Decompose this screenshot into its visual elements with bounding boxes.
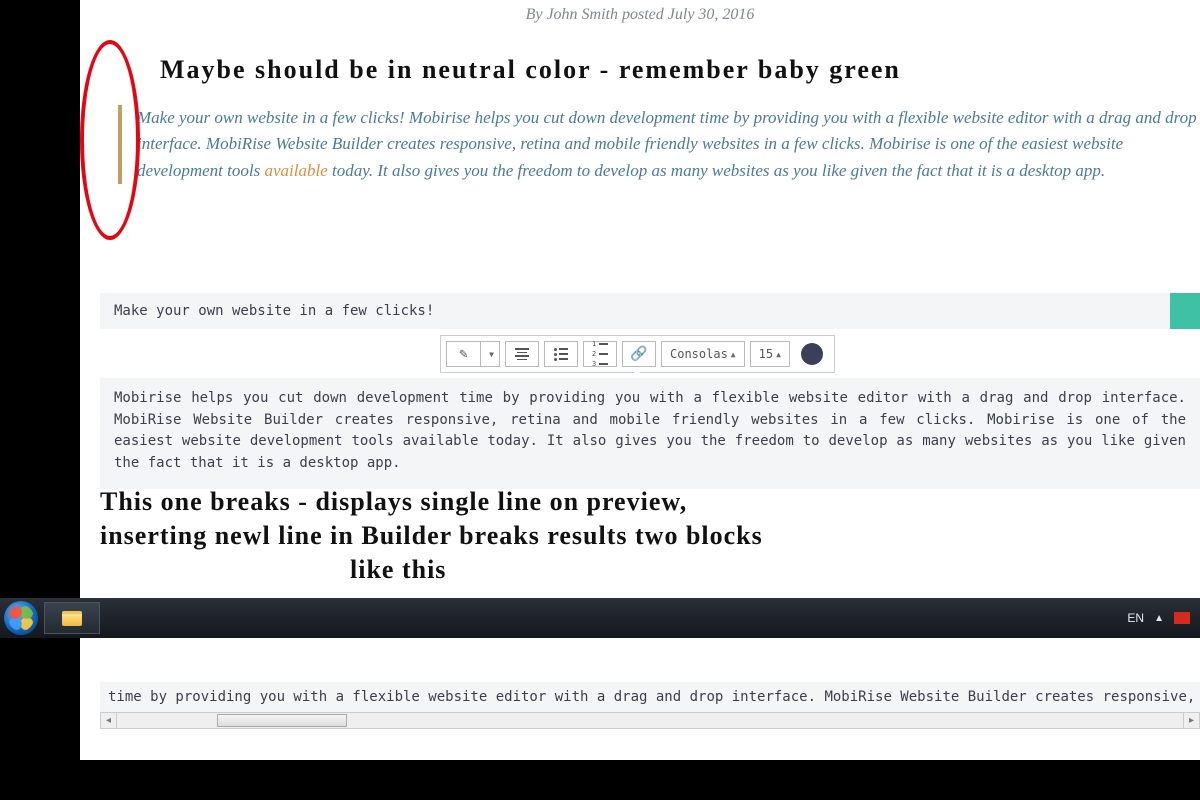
show-hidden-icons-button[interactable]: ▲ (1154, 613, 1164, 624)
start-button[interactable] (4, 601, 38, 635)
windows-taskbar: EN ▲ (0, 598, 1200, 638)
horizontal-scrollbar[interactable]: ◂ ▸ (100, 712, 1200, 729)
language-indicator[interactable]: EN (1127, 611, 1144, 625)
annotation-breaks: This one breaks - displays single line o… (100, 485, 1050, 586)
taskbar-explorer-button[interactable] (44, 602, 100, 634)
font-size-value: 15 (759, 347, 773, 361)
scrollbar-thumb[interactable] (217, 714, 347, 727)
code-block-2[interactable]: Mobirise helps you cut down development … (100, 378, 1200, 489)
code-block-4[interactable]: time by providing you with a flexible we… (100, 682, 1200, 712)
quote-link-available[interactable]: available (264, 161, 327, 180)
align-center-icon (515, 348, 529, 360)
annotation-breaks-line1: This one breaks - displays single line o… (100, 487, 687, 516)
code-block-4-text: time by providing you with a flexible we… (108, 689, 1200, 705)
bullet-list-icon (554, 348, 568, 361)
annotation-neutral-color: Maybe should be in neutral color - remem… (160, 55, 901, 85)
page-content: By John Smith posted July 30, 2016 Maybe… (80, 0, 1200, 760)
annotation-breaks-line2: inserting newl line in Builder breaks re… (100, 521, 763, 550)
scroll-right-button[interactable]: ▸ (1183, 713, 1199, 728)
code-block-2-text: Mobirise helps you cut down development … (114, 390, 1186, 471)
font-size-select[interactable]: 15▲ (750, 341, 790, 367)
unordered-list-button[interactable] (544, 341, 578, 367)
link-button[interactable]: 🔗 (622, 341, 656, 367)
flag-icon[interactable] (1174, 612, 1190, 624)
font-family-select[interactable]: Consolas▲ (661, 341, 745, 367)
quote-text-after: today. It also gives you the freedom to … (328, 161, 1105, 180)
chevron-down-icon: ▼ (489, 350, 494, 359)
align-center-button[interactable] (505, 341, 539, 367)
code-block-1[interactable]: Make your own website in a few clicks! (100, 293, 1200, 329)
annotation-breaks-line3: like this (350, 553, 1050, 587)
chevron-up-icon: ▲ (731, 350, 736, 359)
pen-icon: ✎ (459, 346, 467, 362)
numbered-list-icon: 1 2 3 (592, 340, 608, 368)
scroll-left-button[interactable]: ◂ (101, 713, 117, 728)
font-family-value: Consolas (670, 347, 728, 361)
link-icon: 🔗 (630, 346, 647, 362)
style-picker-button[interactable]: ✎ (446, 341, 480, 367)
style-picker-dropdown[interactable]: ▼ (480, 341, 500, 367)
scrollbar-track[interactable] (117, 713, 1183, 728)
system-tray: EN ▲ (1127, 611, 1200, 625)
ordered-list-button[interactable]: 1 2 3 (583, 341, 617, 367)
folder-icon (62, 611, 82, 626)
block-handle-icon[interactable] (1170, 293, 1200, 329)
editor-toolbar: ✎ ▼ 1 2 3 🔗 Consolas▲ 15▲ (440, 335, 835, 373)
code-block-1-text: Make your own website in a few clicks! (114, 303, 434, 319)
byline: By John Smith posted July 30, 2016 (80, 0, 1200, 24)
blockquote: Make your own website in a few clicks! M… (118, 105, 1200, 184)
chevron-up-icon: ▲ (776, 350, 781, 359)
color-swatch-button[interactable] (801, 343, 823, 365)
